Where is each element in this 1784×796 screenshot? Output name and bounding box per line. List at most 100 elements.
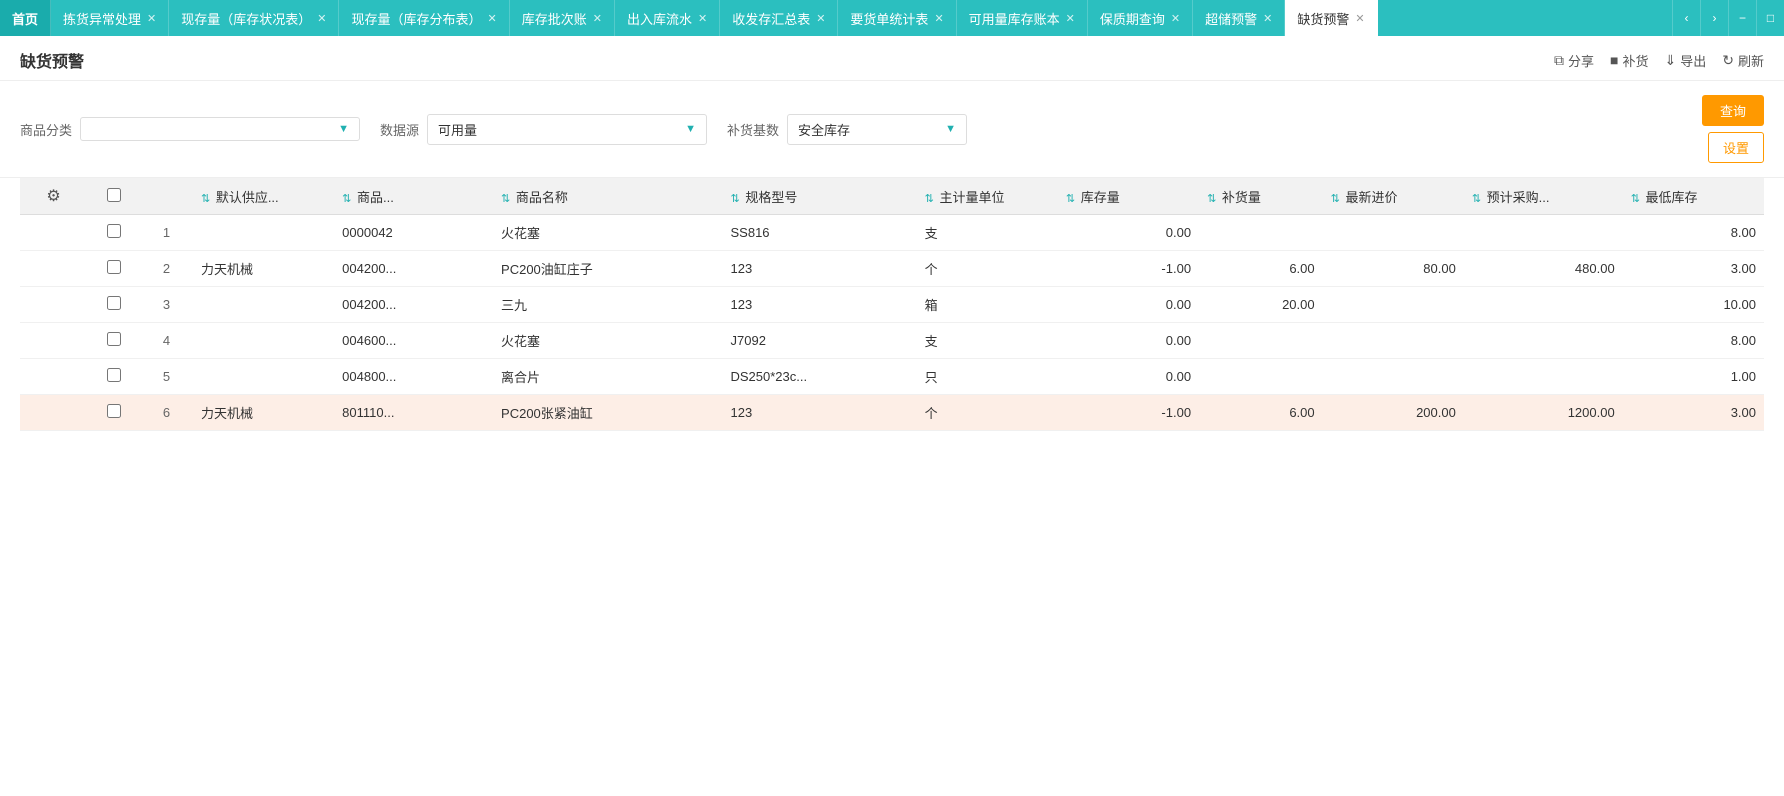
column-spec[interactable]: ⇅ 规格型号 [723,178,917,215]
row-number: 3 [140,287,193,323]
tab-flow-label: 出入库流水 [627,9,692,28]
settings-button[interactable]: 设置 [1708,132,1764,163]
column-price-label: 最新进价 [1345,190,1397,205]
supplement-base-select[interactable]: 安全库存 ▼ [787,114,967,145]
row-price: 200.00 [1323,395,1464,431]
row-supplier [193,287,334,323]
column-price[interactable]: ⇅ 最新进价 [1323,178,1464,215]
select-all-checkbox[interactable] [107,188,121,202]
row-number: 6 [140,395,193,431]
tab-shortage[interactable]: 缺货预警 ✕ [1285,0,1377,36]
row-price [1323,215,1464,251]
row-estimate [1464,323,1623,359]
row-supplier [193,359,334,395]
column-stock[interactable]: ⇅ 库存量 [1058,178,1199,215]
tab-available-close[interactable]: ✕ [1066,12,1075,25]
column-min-stock-label: 最低库存 [1646,190,1698,205]
main-content: 缺货预警 ⧉ 分享 ■ 补货 ⇓ 导出 ↻ 刷新 商品分类 [0,36,1784,796]
supplement-button[interactable]: ■ 补货 [1610,51,1648,70]
tab-minimize-button[interactable]: − [1728,0,1756,36]
row-checkbox[interactable] [107,296,121,310]
row-checkbox[interactable] [107,260,121,274]
sort-min-stock-icon: ⇅ [1631,193,1640,205]
tab-maximize-button[interactable]: □ [1756,0,1784,36]
tab-inventory-status-close[interactable]: ✕ [317,12,326,25]
column-min-stock[interactable]: ⇅ 最低库存 [1623,178,1764,215]
tab-overstock-close[interactable]: ✕ [1263,12,1272,25]
tab-available[interactable]: 可用量库存账本 ✕ [957,0,1088,36]
refresh-icon: ↻ [1722,52,1734,69]
row-code: 004200... [334,287,493,323]
column-supplier[interactable]: ⇅ 默认供应... [193,178,334,215]
tab-picking[interactable]: 拣货异常处理 ✕ [51,0,169,36]
tab-inventory-dist[interactable]: 现存量（库存分布表） ✕ [339,0,509,36]
category-select[interactable]: ▼ [80,117,360,141]
tab-shortage-close[interactable]: ✕ [1355,12,1364,25]
tab-summary[interactable]: 收发存汇总表 ✕ [720,0,838,36]
tab-inventory-status[interactable]: 现存量（库存状况表） ✕ [169,0,339,36]
sort-stock-icon: ⇅ [1066,193,1075,205]
column-supplement[interactable]: ⇅ 补货量 [1199,178,1323,215]
export-button[interactable]: ⇓ 导出 [1665,51,1707,70]
tab-batch[interactable]: 库存批次账 ✕ [510,0,615,36]
column-estimate[interactable]: ⇅ 预计采购... [1464,178,1623,215]
datasource-chevron-icon: ▼ [685,123,696,135]
sort-price-icon: ⇅ [1331,193,1340,205]
row-stock: -1.00 [1058,251,1199,287]
tab-prev-button[interactable]: ‹ [1672,0,1700,36]
refresh-label: 刷新 [1738,51,1764,70]
filter-area: 商品分类 ▼ 数据源 可用量 ▼ 补货基数 安全库存 ▼ 查询 设置 [0,81,1784,178]
tab-picking-close[interactable]: ✕ [147,12,156,25]
tab-expiry-close[interactable]: ✕ [1171,12,1180,25]
column-check [87,178,140,215]
tab-next-button[interactable]: › [1700,0,1728,36]
share-button[interactable]: ⧉ 分享 [1554,51,1594,70]
row-supplement: 6.00 [1199,395,1323,431]
row-price: 80.00 [1323,251,1464,287]
refresh-button[interactable]: ↻ 刷新 [1722,51,1764,70]
row-price [1323,287,1464,323]
supplement-base-chevron-icon: ▼ [945,123,956,135]
row-code: 801110... [334,395,493,431]
tab-overstock[interactable]: 超储预警 ✕ [1193,0,1285,36]
tab-summary-close[interactable]: ✕ [816,12,825,25]
datasource-select[interactable]: 可用量 ▼ [427,114,707,145]
table-header: ⚙ ⇅ 默认供应... ⇅ 商品... ⇅ [20,178,1764,215]
tab-expiry[interactable]: 保质期查询 ✕ [1088,0,1193,36]
row-check-cell [87,359,140,395]
header-actions: ⧉ 分享 ■ 补货 ⇓ 导出 ↻ 刷新 [1554,51,1764,70]
row-supplier [193,323,334,359]
tab-shortage-label: 缺货预警 [1297,9,1349,28]
row-check-cell [87,251,140,287]
column-name[interactable]: ⇅ 商品名称 [493,178,722,215]
row-supplement [1199,359,1323,395]
tab-order-stats[interactable]: 要货单统计表 ✕ [838,0,956,36]
column-unit-label: 主计量单位 [940,190,1005,205]
row-gear-cell [20,359,87,395]
gear-settings-icon[interactable]: ⚙ [46,188,60,205]
row-supplier [193,215,334,251]
column-code[interactable]: ⇅ 商品... [334,178,493,215]
row-supplier: 力天机械 [193,395,334,431]
row-checkbox[interactable] [107,224,121,238]
column-unit[interactable]: ⇅ 主计量单位 [917,178,1058,215]
tab-flow-close[interactable]: ✕ [698,12,707,25]
share-label: 分享 [1568,51,1594,70]
row-checkbox[interactable] [107,332,121,346]
query-button[interactable]: 查询 [1702,95,1764,126]
row-supplement [1199,215,1323,251]
row-checkbox[interactable] [107,404,121,418]
row-number: 2 [140,251,193,287]
tab-order-stats-close[interactable]: ✕ [934,12,943,25]
sort-supplier-icon: ⇅ [201,193,210,205]
data-table: ⚙ ⇅ 默认供应... ⇅ 商品... ⇅ [20,178,1764,431]
row-supplement [1199,323,1323,359]
tab-batch-close[interactable]: ✕ [593,12,602,25]
tab-home[interactable]: 首页 [0,0,51,36]
tab-inventory-dist-close[interactable]: ✕ [488,12,497,25]
row-name: 三九 [493,287,722,323]
tab-flow[interactable]: 出入库流水 ✕ [615,0,720,36]
row-spec: 123 [723,395,917,431]
row-checkbox[interactable] [107,368,121,382]
row-gear-cell [20,251,87,287]
